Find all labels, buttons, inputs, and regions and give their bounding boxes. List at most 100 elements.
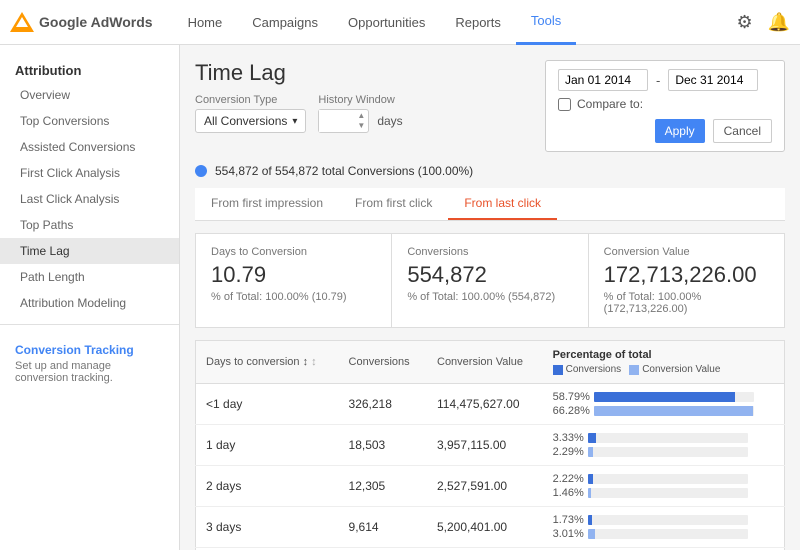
apply-button[interactable]: Apply: [655, 119, 705, 143]
cell-day: 1 day: [196, 425, 339, 466]
stats-cards: Days to Conversion 10.79 % of Total: 100…: [195, 233, 785, 328]
history-window-value[interactable]: 90: [319, 110, 354, 132]
nav-tools[interactable]: Tools: [516, 0, 576, 45]
stat-label-1: Conversions: [407, 246, 572, 258]
sidebar-item-path-length[interactable]: Path Length: [0, 264, 179, 290]
stat-value-0: 10.79: [211, 262, 376, 288]
cell-pct: 58.79% 66.28%: [543, 384, 785, 425]
stat-conversion-value: Conversion Value 172,713,226.00 % of Tot…: [589, 234, 784, 327]
sidebar-item-assisted-conversions[interactable]: Assisted Conversions: [0, 134, 179, 160]
sidebar-item-time-lag[interactable]: Time Lag: [0, 238, 179, 264]
cell-conversions: 326,218: [339, 384, 427, 425]
bar-fill-val: [588, 529, 595, 539]
date-row: -: [558, 69, 772, 91]
bar-label-conv: 3.33%: [553, 432, 584, 444]
tab-first-click[interactable]: From first click: [339, 188, 448, 220]
bar-fill-conv: [588, 474, 593, 484]
stat-days-to-conversion: Days to Conversion 10.79 % of Total: 100…: [196, 234, 392, 327]
nav-reports[interactable]: Reports: [440, 0, 516, 45]
col-header-conversions: Conversions: [339, 341, 427, 384]
date-start-input[interactable]: [558, 69, 648, 91]
nav-items: Home Campaigns Opportunities Reports Too…: [173, 0, 737, 45]
cell-conv-value: 114,475,627.00: [427, 384, 543, 425]
summary-row: 554,872 of 554,872 total Conversions (10…: [195, 164, 785, 178]
bar-label-conv: 1.73%: [553, 514, 584, 526]
conversion-tracking-title[interactable]: Conversion Tracking: [15, 343, 164, 357]
sidebar-item-overview[interactable]: Overview: [0, 82, 179, 108]
compare-row: Compare to:: [558, 97, 772, 111]
logo-icon: [10, 12, 34, 32]
sidebar-item-first-click[interactable]: First Click Analysis: [0, 160, 179, 186]
table-row: <1 day 326,218 114,475,627.00 58.79% 66.…: [196, 384, 785, 425]
tab-bar: From first impression From first click F…: [195, 188, 785, 221]
bar-cell: 2.22% 1.46%: [553, 473, 774, 499]
tab-first-impression[interactable]: From first impression: [195, 188, 339, 220]
settings-icon[interactable]: ⚙: [736, 12, 752, 33]
legend-dot-conv: [553, 365, 563, 375]
bar-label-conv: 2.22%: [553, 473, 584, 485]
bar-row-conv: 3.33%: [553, 432, 774, 444]
tab-last-click[interactable]: From last click: [448, 188, 557, 220]
conversion-type-select[interactable]: All Conversions: [195, 109, 306, 133]
col-header-pct: Percentage of total Conversions Conversi…: [543, 341, 785, 384]
stat-sub-1: % of Total: 100.00% (554,872): [407, 291, 572, 303]
summary-dot: [195, 165, 207, 177]
cancel-button[interactable]: Cancel: [713, 119, 772, 143]
bar-label-val: 3.01%: [553, 528, 584, 540]
cell-pct: 1.73% 3.01%: [543, 507, 785, 548]
bar-track-val: [588, 447, 748, 457]
history-window-label: History Window: [318, 94, 402, 106]
bar-track-conv: [588, 515, 748, 525]
legend-dot-val: [629, 365, 639, 375]
bar-label-val: 66.28%: [553, 405, 590, 417]
date-separator: -: [656, 73, 660, 88]
bar-track-val: [594, 406, 754, 416]
content-header: Time Lag Conversion Type All Conversions…: [195, 60, 785, 152]
sidebar-item-top-paths[interactable]: Top Paths: [0, 212, 179, 238]
col-header-days[interactable]: Days to conversion ↕: [196, 341, 339, 384]
legend-conv-label: Conversions: [566, 364, 622, 375]
nav-campaigns[interactable]: Campaigns: [237, 0, 333, 45]
stat-sub-2: % of Total: 100.00% (172,713,226.00): [604, 291, 769, 315]
cell-conversions: 12,305: [339, 466, 427, 507]
bar-label-val: 2.29%: [553, 446, 584, 458]
nav-opportunities[interactable]: Opportunities: [333, 0, 440, 45]
days-label: days: [377, 114, 402, 128]
sidebar-item-attribution-modeling[interactable]: Attribution Modeling: [0, 290, 179, 316]
bar-track-val: [588, 529, 748, 539]
bar-label-conv: 58.79%: [553, 391, 590, 403]
bar-cell: 3.33% 2.29%: [553, 432, 774, 458]
sidebar-item-last-click[interactable]: Last Click Analysis: [0, 186, 179, 212]
notification-icon[interactable]: 🔔: [768, 12, 790, 33]
bar-row-val: 2.29%: [553, 446, 774, 458]
bar-track-conv: [588, 474, 748, 484]
sidebar-divider: [0, 324, 179, 325]
conversion-type-label: Conversion Type: [195, 94, 306, 106]
stat-value-1: 554,872: [407, 262, 572, 288]
bar-fill-val: [588, 488, 592, 498]
sidebar-item-top-conversions[interactable]: Top Conversions: [0, 108, 179, 134]
date-actions: Apply Cancel: [558, 119, 772, 143]
date-end-input[interactable]: [668, 69, 758, 91]
number-arrows[interactable]: ▲ ▼: [354, 111, 368, 130]
cell-day: 2 days: [196, 466, 339, 507]
stat-sub-0: % of Total: 100.00% (10.79): [211, 291, 376, 303]
bar-cell: 1.73% 3.01%: [553, 514, 774, 540]
stat-label-2: Conversion Value: [604, 246, 769, 258]
left-header: Time Lag Conversion Type All Conversions…: [195, 60, 403, 133]
cell-conv-value: 2,527,591.00: [427, 466, 543, 507]
nav-home[interactable]: Home: [173, 0, 238, 45]
cell-conversions: 18,503: [339, 425, 427, 466]
sidebar: Attribution Overview Top Conversions Ass…: [0, 45, 180, 550]
conversion-tracking-desc: Set up and manage conversion tracking.: [15, 360, 164, 384]
legend-val: Conversion Value: [629, 364, 720, 375]
col-header-conv-value: Conversion Value: [427, 341, 543, 384]
compare-checkbox[interactable]: [558, 98, 571, 111]
cell-pct: 3.33% 2.29%: [543, 425, 785, 466]
bar-row-val: 66.28%: [553, 405, 774, 417]
table-row: 3 days 9,614 5,200,401.00 1.73% 3.01%: [196, 507, 785, 548]
history-window-input[interactable]: 90 ▲ ▼: [318, 109, 369, 133]
cell-pct: 2.22% 1.46%: [543, 466, 785, 507]
stat-label-0: Days to Conversion: [211, 246, 376, 258]
stat-value-2: 172,713,226.00: [604, 262, 769, 288]
